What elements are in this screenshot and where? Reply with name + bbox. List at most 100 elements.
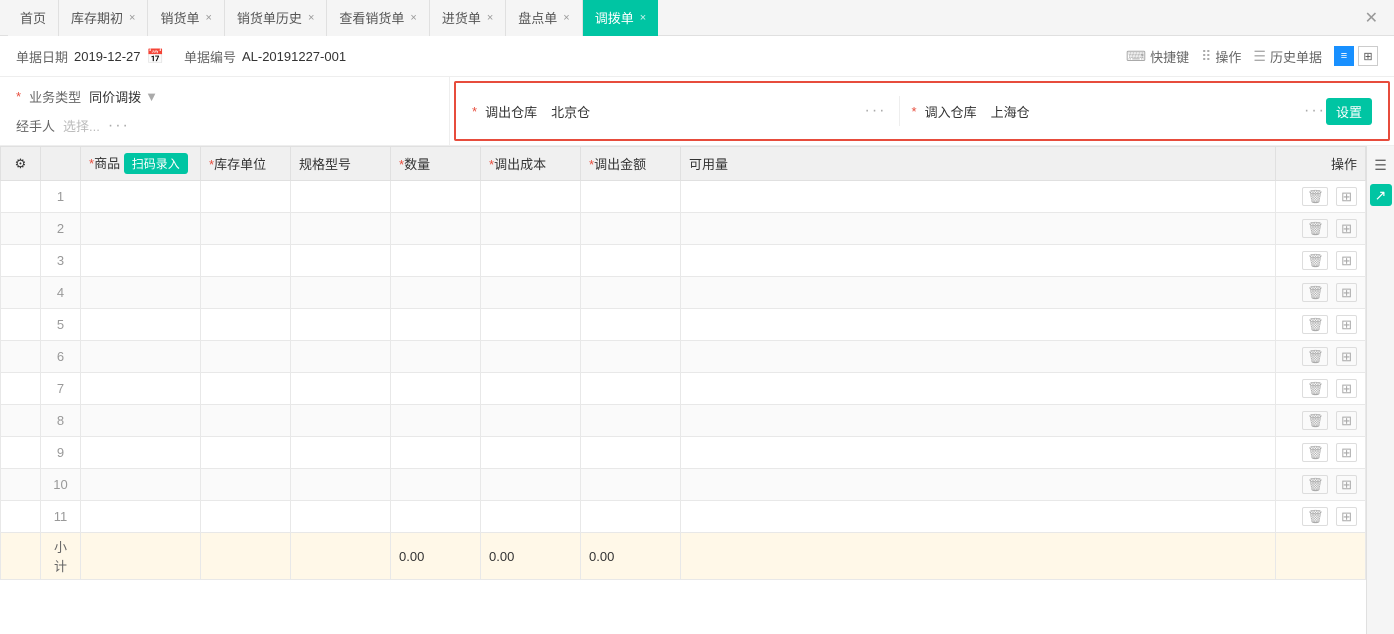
product-cell[interactable]: [81, 405, 201, 437]
delete-icon[interactable]: 🗑: [1302, 315, 1329, 334]
qty-cell[interactable]: [391, 405, 481, 437]
copy-icon[interactable]: ⊞: [1336, 379, 1357, 398]
cost-cell[interactable]: [481, 309, 581, 341]
cost-cell[interactable]: [481, 277, 581, 309]
copy-icon[interactable]: ⊞: [1336, 283, 1357, 302]
spec-cell[interactable]: [291, 373, 391, 405]
copy-icon[interactable]: ⊞: [1336, 443, 1357, 462]
scan-btn[interactable]: 扫码录入: [124, 153, 188, 174]
qty-cell[interactable]: [391, 373, 481, 405]
cost-cell[interactable]: [481, 373, 581, 405]
copy-icon[interactable]: ⊞: [1336, 219, 1357, 238]
tab-purchase-order[interactable]: 进货单 ×: [430, 0, 506, 36]
delete-icon[interactable]: 🗑: [1302, 347, 1329, 366]
handler-select[interactable]: 选择...: [63, 116, 100, 135]
cost-cell[interactable]: [481, 181, 581, 213]
unit-cell[interactable]: [201, 373, 291, 405]
delete-icon[interactable]: 🗑: [1302, 443, 1329, 462]
qty-cell[interactable]: [391, 245, 481, 277]
cost-cell[interactable]: [481, 213, 581, 245]
tab-transfer-order[interactable]: 调拨单 ×: [583, 0, 658, 36]
operations-btn[interactable]: ⠿ 操作: [1201, 47, 1241, 66]
delete-icon[interactable]: 🗑: [1302, 475, 1329, 494]
amount-cell[interactable]: [581, 469, 681, 501]
amount-cell[interactable]: [581, 405, 681, 437]
unit-cell[interactable]: [201, 437, 291, 469]
business-type-select[interactable]: 同价调拨 ▼: [89, 87, 158, 106]
copy-icon[interactable]: ⊞: [1336, 507, 1357, 526]
tab-inventory-check[interactable]: 盘点单 ×: [506, 0, 582, 36]
settings-button[interactable]: 设置: [1326, 98, 1372, 125]
cost-cell[interactable]: [481, 437, 581, 469]
amount-cell[interactable]: [581, 181, 681, 213]
unit-cell[interactable]: [201, 469, 291, 501]
copy-icon[interactable]: ⊞: [1336, 347, 1357, 366]
delete-icon[interactable]: 🗑: [1302, 411, 1329, 430]
cost-cell[interactable]: [481, 245, 581, 277]
sidebar-export-icon[interactable]: ↗: [1370, 184, 1392, 206]
spec-cell[interactable]: [291, 181, 391, 213]
qty-cell[interactable]: [391, 501, 481, 533]
tab-close-sales-order[interactable]: ×: [205, 12, 211, 24]
tab-close-inventory-check[interactable]: ×: [563, 12, 569, 24]
qty-cell[interactable]: [391, 213, 481, 245]
col-gear-header[interactable]: ⚙: [1, 147, 41, 181]
delete-icon[interactable]: 🗑: [1302, 283, 1329, 302]
sidebar-list-icon[interactable]: ☰: [1370, 154, 1392, 176]
amount-cell[interactable]: [581, 501, 681, 533]
amount-cell[interactable]: [581, 309, 681, 341]
product-cell[interactable]: [81, 245, 201, 277]
delete-icon[interactable]: 🗑: [1302, 187, 1329, 206]
spec-cell[interactable]: [291, 501, 391, 533]
qty-cell[interactable]: [391, 469, 481, 501]
unit-cell[interactable]: [201, 277, 291, 309]
unit-cell[interactable]: [201, 245, 291, 277]
spec-cell[interactable]: [291, 469, 391, 501]
spec-cell[interactable]: [291, 245, 391, 277]
out-warehouse-more-icon[interactable]: ···: [865, 102, 887, 120]
spec-cell[interactable]: [291, 213, 391, 245]
product-cell[interactable]: [81, 341, 201, 373]
cost-cell[interactable]: [481, 341, 581, 373]
product-cell[interactable]: [81, 309, 201, 341]
layout-icon-grid[interactable]: ⊞: [1358, 46, 1378, 66]
unit-cell[interactable]: [201, 309, 291, 341]
layout-icon-list[interactable]: ≡: [1334, 46, 1354, 66]
spec-cell[interactable]: [291, 437, 391, 469]
in-warehouse-more-icon[interactable]: ···: [1304, 102, 1326, 120]
tab-inventory-init[interactable]: 库存期初 ×: [59, 0, 148, 36]
cost-cell[interactable]: [481, 405, 581, 437]
unit-cell[interactable]: [201, 405, 291, 437]
qty-cell[interactable]: [391, 181, 481, 213]
product-cell[interactable]: [81, 181, 201, 213]
qty-cell[interactable]: [391, 309, 481, 341]
delete-icon[interactable]: 🗑: [1302, 507, 1329, 526]
copy-icon[interactable]: ⊞: [1336, 411, 1357, 430]
product-cell[interactable]: [81, 501, 201, 533]
spec-cell[interactable]: [291, 309, 391, 341]
unit-cell[interactable]: [201, 181, 291, 213]
qty-cell[interactable]: [391, 277, 481, 309]
shortcuts-btn[interactable]: ⌨ 快捷键: [1126, 47, 1189, 66]
handler-more-icon[interactable]: ···: [108, 117, 130, 135]
tab-bar-close-icon[interactable]: ✕: [1357, 8, 1386, 28]
copy-icon[interactable]: ⊞: [1336, 251, 1357, 270]
product-cell[interactable]: [81, 373, 201, 405]
calendar-icon[interactable]: 📅: [147, 48, 164, 65]
cost-cell[interactable]: [481, 501, 581, 533]
copy-icon[interactable]: ⊞: [1336, 187, 1357, 206]
tab-view-sales[interactable]: 查看销货单 ×: [327, 0, 429, 36]
cost-cell[interactable]: [481, 469, 581, 501]
tab-sales-history[interactable]: 销货单历史 ×: [225, 0, 327, 36]
tab-close-transfer-order[interactable]: ×: [640, 12, 646, 24]
delete-icon[interactable]: 🗑: [1302, 251, 1329, 270]
spec-cell[interactable]: [291, 277, 391, 309]
unit-cell[interactable]: [201, 213, 291, 245]
amount-cell[interactable]: [581, 437, 681, 469]
copy-icon[interactable]: ⊞: [1336, 475, 1357, 494]
product-cell[interactable]: [81, 277, 201, 309]
tab-close-sales-history[interactable]: ×: [308, 12, 314, 24]
tab-close-purchase-order[interactable]: ×: [487, 12, 493, 24]
qty-cell[interactable]: [391, 341, 481, 373]
amount-cell[interactable]: [581, 373, 681, 405]
